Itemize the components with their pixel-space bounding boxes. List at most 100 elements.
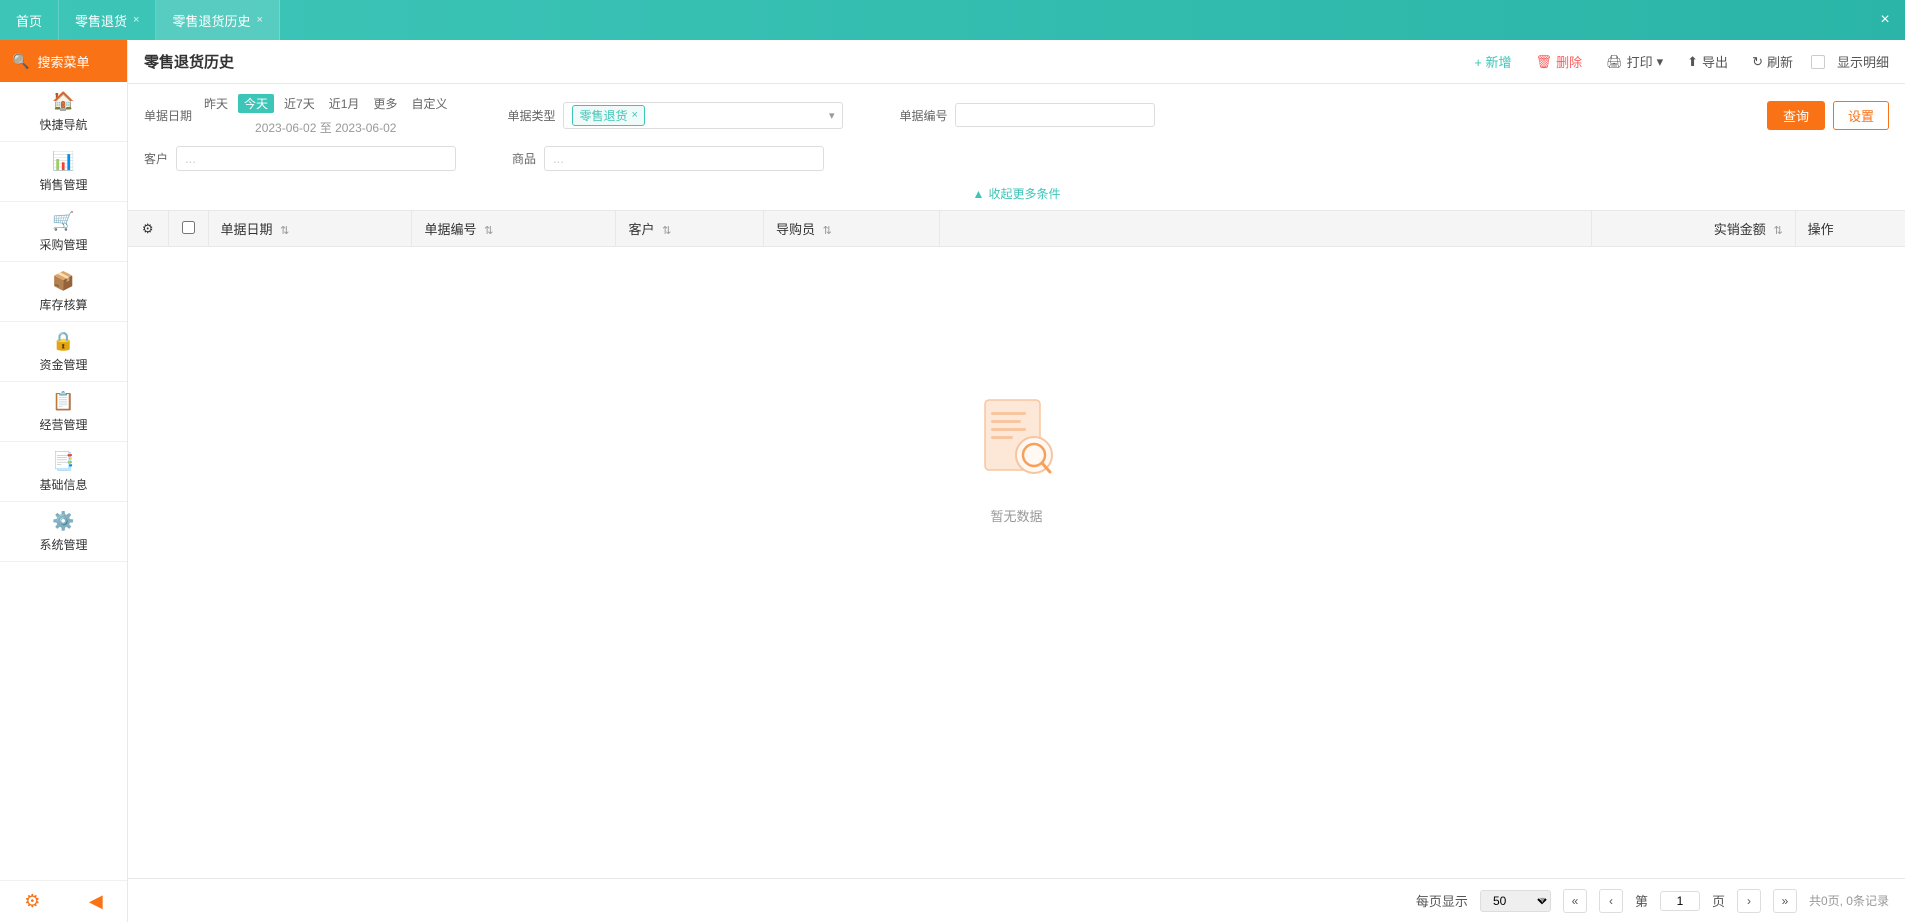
date-1month[interactable]: 近1月	[325, 94, 364, 113]
sidebar-item-finance[interactable]: 🔒 资金管理	[0, 322, 127, 382]
empty-state: 暂无数据	[128, 247, 1905, 667]
date-custom[interactable]: 自定义	[407, 94, 451, 113]
page-size-select[interactable]: 20 50 100 200	[1480, 890, 1551, 912]
th-date[interactable]: 单据日期 ⇅	[208, 211, 412, 247]
filter-row-1: 单据日期 昨天 今天 近7天 近1月 更多 自定义 2023-06-02 至 2…	[144, 94, 1889, 136]
delete-button[interactable]: 🗑 删除	[1530, 48, 1589, 75]
customer-select[interactable]: ...	[176, 146, 456, 171]
th-actions: 操作	[1795, 211, 1905, 247]
query-button[interactable]: 查询	[1767, 101, 1825, 130]
window-close-button[interactable]: ×	[1865, 0, 1905, 40]
print-chevron-icon: ▾	[1657, 54, 1664, 70]
setting-button[interactable]: 设置	[1833, 101, 1889, 130]
tab-return-close-icon[interactable]: ×	[133, 14, 139, 26]
sidebar-item-purchase[interactable]: 🛒 采购管理	[0, 202, 127, 262]
action-buttons: 查询 设置	[1767, 101, 1889, 130]
page-next-button[interactable]: ›	[1737, 889, 1761, 913]
purchase-icon: 🛒	[52, 211, 74, 232]
bill-type-tag: 零售退货 ×	[572, 105, 644, 126]
date-today[interactable]: 今天	[238, 94, 274, 113]
page-prev-button[interactable]: ‹	[1599, 889, 1623, 913]
table-wrapper: ⚙ 单据日期 ⇅ 单据编号 ⇅	[128, 211, 1905, 878]
collapse-sidebar-icon[interactable]: ◀	[89, 891, 103, 912]
tab-return-history-close-icon[interactable]: ×	[256, 14, 262, 26]
page-input[interactable]	[1660, 891, 1700, 911]
settings-bottom-icon[interactable]: ⚙	[24, 891, 40, 912]
th-no[interactable]: 单据编号 ⇅	[412, 211, 616, 247]
pagination-bar: 每页显示 20 50 100 200 ▾ « ‹ 第 页 › » 共0页, 0条…	[128, 878, 1905, 922]
th-spacer	[939, 211, 1591, 247]
th-gear[interactable]: ⚙	[128, 211, 168, 247]
operation-icon: 📋	[52, 391, 74, 412]
sort-amount-icon: ⇅	[1773, 225, 1782, 237]
tab-home[interactable]: 首页	[0, 0, 59, 40]
page-label: 第	[1635, 891, 1648, 910]
filter-area: 单据日期 昨天 今天 近7天 近1月 更多 自定义 2023-06-02 至 2…	[128, 84, 1905, 211]
filter-bill-type: 单据类型 零售退货 × ▾	[507, 102, 843, 129]
page-title: 零售退货历史	[144, 51, 1468, 72]
delete-icon: 🗑	[1536, 54, 1553, 70]
pagination-info: 共0页, 0条记录	[1809, 892, 1889, 909]
bill-no-input[interactable]	[955, 103, 1155, 127]
basic-info-icon: 📑	[52, 451, 74, 472]
sort-guide-icon: ⇅	[823, 225, 832, 237]
sort-date-icon: ⇅	[280, 225, 289, 237]
finance-icon: 🔒	[52, 331, 74, 352]
search-icon: 🔍	[12, 53, 29, 70]
sidebar-search[interactable]: 🔍 搜索菜单	[0, 40, 127, 82]
filter-customer: 客户 ...	[144, 146, 456, 171]
sidebar-item-basic-info[interactable]: 📑 基础信息	[0, 442, 127, 502]
date-shortcuts: 昨天 今天 近7天 近1月 更多 自定义	[200, 94, 451, 113]
page-last-button[interactable]: »	[1773, 889, 1797, 913]
gear-icon: ⚙	[142, 221, 154, 236]
sidebar-item-sales[interactable]: 📊 销售管理	[0, 142, 127, 202]
bill-type-tag-close[interactable]: ×	[631, 109, 637, 121]
collapse-button[interactable]: ▲ 收起更多条件	[973, 185, 1061, 202]
bill-type-chevron-icon: ▾	[829, 109, 835, 122]
sidebar: 🔍 搜索菜单 🏠 快捷导航 📊 销售管理 🛒 采购管理 📦 库存核算 🔒 资金管…	[0, 40, 128, 922]
page-unit-label: 页	[1712, 891, 1725, 910]
th-amount[interactable]: 实销金额 ⇅	[1591, 211, 1795, 247]
sidebar-item-inventory[interactable]: 📦 库存核算	[0, 262, 127, 322]
sidebar-bottom: ⚙ ◀	[0, 880, 127, 922]
date-more[interactable]: 更多	[369, 94, 401, 113]
show-detail-checkbox[interactable]	[1811, 55, 1825, 69]
th-check[interactable]	[168, 211, 208, 247]
goods-select[interactable]: ...	[544, 146, 824, 171]
print-button[interactable]: 🖨 打印 ▾	[1600, 48, 1669, 75]
filter-date: 单据日期 昨天 今天 近7天 近1月 更多 自定义 2023-06-02 至 2…	[144, 94, 451, 136]
data-table: ⚙ 单据日期 ⇅ 单据编号 ⇅	[128, 211, 1905, 247]
empty-illustration	[967, 390, 1067, 490]
date-7days[interactable]: 近7天	[280, 94, 319, 113]
bill-type-select[interactable]: 零售退货 × ▾	[563, 102, 843, 129]
date-range-display: 2023-06-02 至 2023-06-02	[255, 119, 396, 136]
sidebar-item-quick-nav[interactable]: 🏠 快捷导航	[0, 82, 127, 142]
filter-goods: 商品 ...	[512, 146, 824, 171]
export-icon: ⬆	[1687, 54, 1698, 70]
date-group: 昨天 今天 近7天 近1月 更多 自定义 2023-06-02 至 2023-0…	[200, 94, 451, 136]
sort-no-icon: ⇅	[484, 225, 493, 237]
date-yesterday[interactable]: 昨天	[200, 94, 232, 113]
inventory-icon: 📦	[52, 271, 74, 292]
top-bar: 首页 零售退货 × 零售退货历史 × ×	[0, 0, 1905, 40]
page-header: 零售退货历史 + 新增 🗑 删除 🖨 打印 ▾ ⬆ 导出	[128, 40, 1905, 84]
sales-icon: 📊	[52, 151, 74, 172]
export-button[interactable]: ⬆ 导出	[1681, 48, 1734, 75]
sort-customer-icon: ⇅	[662, 225, 671, 237]
filter-bill-no: 单据编号	[899, 103, 1155, 127]
th-customer[interactable]: 客户 ⇅	[616, 211, 763, 247]
sidebar-item-operation[interactable]: 📋 经营管理	[0, 382, 127, 442]
system-icon: ⚙️	[52, 511, 74, 532]
collapse-bar[interactable]: ▲ 收起更多条件	[144, 181, 1889, 210]
page-first-button[interactable]: «	[1563, 889, 1587, 913]
home-icon: 🏠	[52, 91, 74, 112]
new-button[interactable]: + 新增	[1468, 48, 1517, 75]
th-guide[interactable]: 导购员 ⇅	[763, 211, 939, 247]
tab-return-history[interactable]: 零售退货历史 ×	[156, 0, 279, 40]
print-icon: 🖨	[1606, 54, 1623, 70]
refresh-button[interactable]: ↻ 刷新	[1746, 48, 1799, 75]
select-all-checkbox[interactable]	[182, 221, 195, 234]
sidebar-item-system[interactable]: ⚙️ 系统管理	[0, 502, 127, 562]
header-actions: + 新增 🗑 删除 🖨 打印 ▾ ⬆ 导出 ↻ 刷新	[1468, 48, 1889, 75]
tab-return[interactable]: 零售退货 ×	[59, 0, 156, 40]
